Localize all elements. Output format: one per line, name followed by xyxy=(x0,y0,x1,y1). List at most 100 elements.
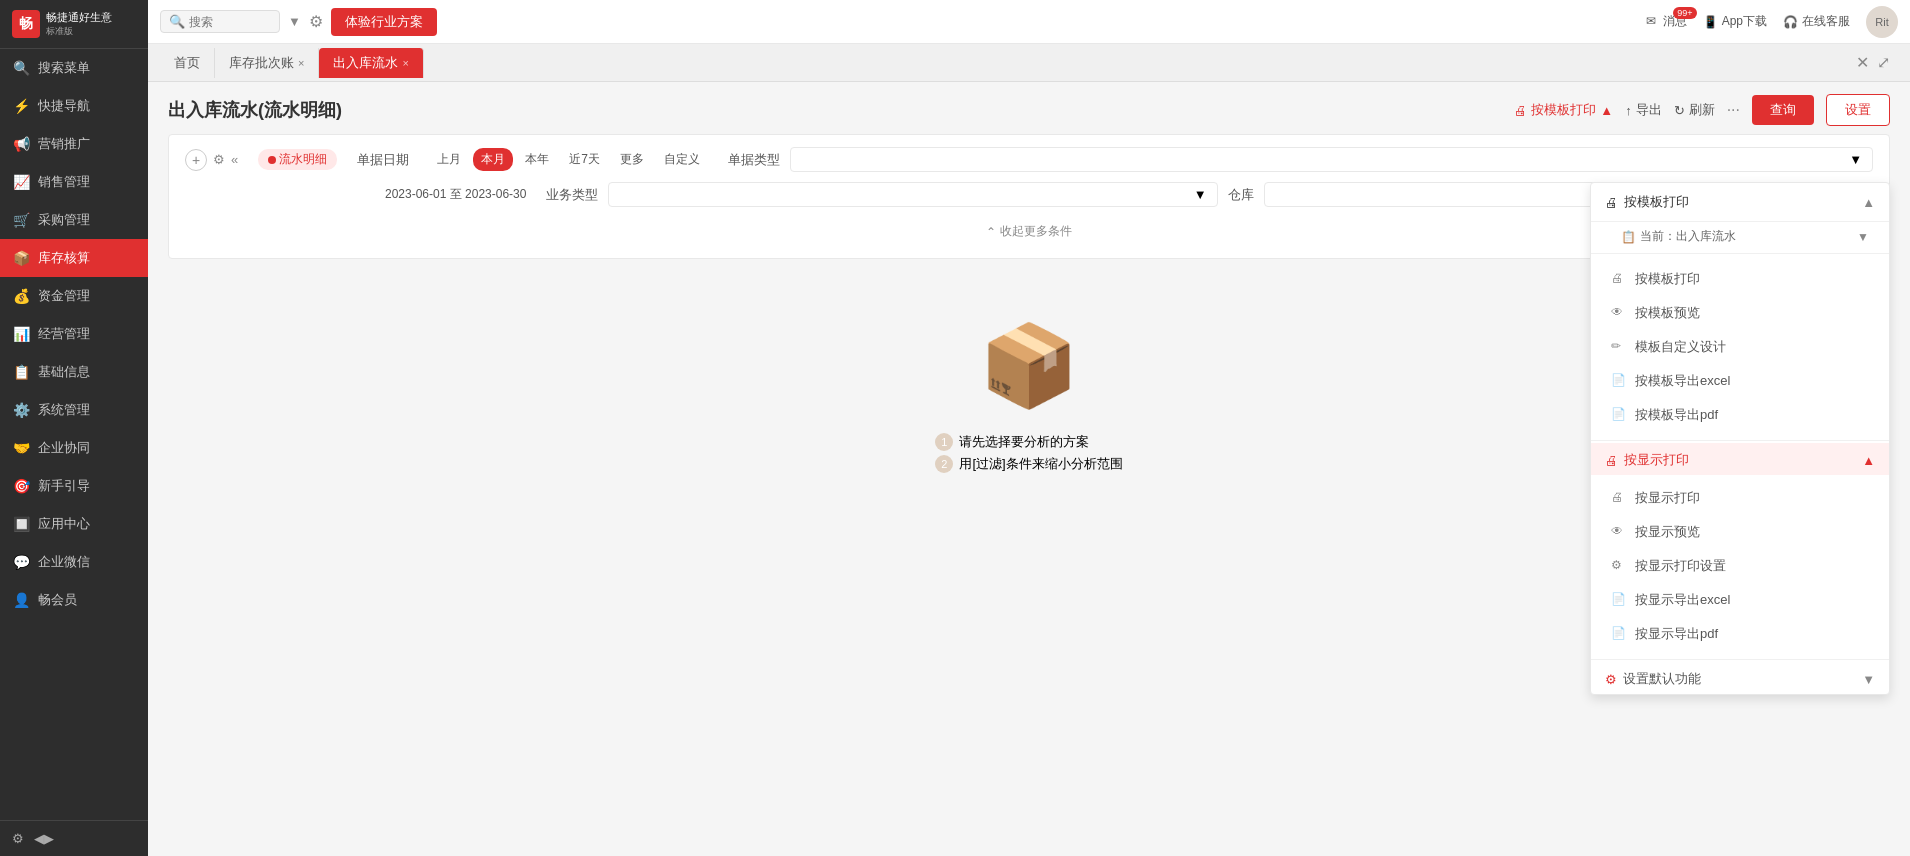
current-item: 📋 当前：出入库流水 ▼ xyxy=(1591,222,1889,251)
panel-top-actions: ▲ xyxy=(1862,195,1875,210)
query-btn[interactable]: 查询 xyxy=(1752,95,1814,125)
default-func-chevron: ▼ xyxy=(1862,672,1875,687)
date-7days[interactable]: 近7天 xyxy=(561,148,608,171)
display-preview-item[interactable]: 👁 按显示预览 xyxy=(1591,515,1889,549)
sidebar-item-finance[interactable]: 💰 资金管理 xyxy=(0,277,148,315)
logo-icon: 畅 xyxy=(12,10,40,38)
page-actions: 🖨 按模板打印 ▲ ↑ 导出 ↻ 刷新 ··· 查询 设置 xyxy=(1514,94,1890,126)
tab-home[interactable]: 首页 xyxy=(160,48,215,78)
window-close-btn[interactable]: ✕ xyxy=(1856,53,1869,72)
sidebar-item-operation[interactable]: 📊 经营管理 xyxy=(0,315,148,353)
display-print-item[interactable]: 🖨 按显示打印 xyxy=(1591,481,1889,515)
display-print-settings-item[interactable]: ⚙ 按显示打印设置 xyxy=(1591,549,1889,583)
app-download-btn[interactable]: 📱 App下载 xyxy=(1703,13,1767,30)
template-print-item[interactable]: 🖨 按模板打印 xyxy=(1591,262,1889,296)
filter-add-btn[interactable]: + xyxy=(185,149,207,171)
type-select[interactable]: ▼ xyxy=(790,147,1873,172)
filter-settings-icon[interactable]: ⚙ xyxy=(213,152,225,167)
sidebar-item-wechat[interactable]: 💬 企业微信 xyxy=(0,543,148,581)
template-preview-item[interactable]: 👁 按模板预览 xyxy=(1591,296,1889,330)
sidebar-item-guide[interactable]: 🎯 新手引导 xyxy=(0,467,148,505)
sidebar-item-purchase[interactable]: 🛒 采购管理 xyxy=(0,201,148,239)
window-expand-btn[interactable]: ⤢ xyxy=(1877,53,1890,72)
search-icon: 🔍 xyxy=(12,60,30,76)
sidebar-item-corp[interactable]: 🤝 企业协同 xyxy=(0,429,148,467)
date-this-month[interactable]: 本月 xyxy=(473,148,513,171)
divider-3 xyxy=(1591,659,1889,660)
topbar: 🔍 ▼ ⚙ 体验行业方案 ✉ 99+ 消息 📱 App下载 🎧 在线客服 Ri xyxy=(148,0,1910,44)
display-settings-icon: ⚙ xyxy=(1611,558,1627,574)
filter-scheme-tag[interactable]: 流水明细 xyxy=(258,149,337,170)
app-download-label: App下载 xyxy=(1722,13,1767,30)
marketing-icon: 📢 xyxy=(12,136,30,152)
display-print-icon: 🖨 xyxy=(1611,490,1627,506)
date-more[interactable]: 更多 xyxy=(612,148,652,171)
tab-batch-account-close[interactable]: × xyxy=(298,57,304,69)
purchase-icon: 🛒 xyxy=(12,212,30,228)
template-pdf-item[interactable]: 📄 按模板导出pdf xyxy=(1591,398,1889,432)
footer-settings-btn[interactable]: ⚙ xyxy=(12,831,24,846)
template-excel-label: 按模板导出excel xyxy=(1635,372,1730,390)
date-last-month[interactable]: 上月 xyxy=(429,148,469,171)
tab-batch-account[interactable]: 库存批次账 × xyxy=(215,48,319,78)
sidebar-item-sales[interactable]: 📈 销售管理 xyxy=(0,163,148,201)
sidebar-inventory-label: 库存核算 xyxy=(38,249,90,267)
refresh-btn[interactable]: ↻ 刷新 xyxy=(1674,101,1715,119)
phone-icon: 📱 xyxy=(1703,15,1718,29)
sidebar-item-quick-nav[interactable]: ⚡ 快捷导航 xyxy=(0,87,148,125)
sidebar-item-app-center[interactable]: 🔲 应用中心 xyxy=(0,505,148,543)
template-custom-icon: ✏ xyxy=(1611,339,1627,355)
app-edition: 标准版 xyxy=(46,25,112,38)
template-excel-item[interactable]: 📄 按模板导出excel xyxy=(1591,364,1889,398)
panel-title-label: 按模板打印 xyxy=(1624,193,1689,211)
guide-icon: 🎯 xyxy=(12,478,30,494)
online-service-btn[interactable]: 🎧 在线客服 xyxy=(1783,13,1850,30)
type-label: 单据类型 xyxy=(728,151,780,169)
filter-row-1: + ⚙ « 流水明细 单据日期 上月 本月 本年 近7天 更多 自定义 xyxy=(185,147,1873,172)
search-input[interactable] xyxy=(189,15,269,29)
date-custom[interactable]: 自定义 xyxy=(656,148,708,171)
sidebar-item-system[interactable]: ⚙️ 系统管理 xyxy=(0,391,148,429)
sidebar-item-marketing[interactable]: 📢 营销推广 xyxy=(0,125,148,163)
scheme-dot xyxy=(268,156,276,164)
footer-collapse-btn[interactable]: ◀▶ xyxy=(34,831,54,846)
default-func-header[interactable]: ⚙ 设置默认功能 ▼ xyxy=(1591,662,1889,694)
filter-collapse-icon[interactable]: « xyxy=(231,152,238,167)
page-header: 出入库流水(流水明细) 🖨 按模板打印 ▲ ↑ 导出 ↻ 刷新 ··· 查询 设… xyxy=(148,82,1910,134)
sidebar-item-inventory[interactable]: 📦 库存核算 xyxy=(0,239,148,277)
sidebar-item-basic-info[interactable]: 📋 基础信息 xyxy=(0,353,148,391)
empty-tip-1: 1 请先选择要分析的方案 xyxy=(935,433,1122,451)
display-print-label: 按显示打印 xyxy=(1635,489,1700,507)
template-custom-item[interactable]: ✏ 模板自定义设计 xyxy=(1591,330,1889,364)
print-template-btn[interactable]: 🖨 按模板打印 ▲ xyxy=(1514,101,1613,119)
export-btn[interactable]: ↑ 导出 xyxy=(1625,101,1662,119)
sidebar-item-member[interactable]: 👤 畅会员 xyxy=(0,581,148,619)
wechat-icon: 💬 xyxy=(12,554,30,570)
business-type-select[interactable]: ▼ xyxy=(608,182,1217,207)
topbar-left: 🔍 ▼ ⚙ 体验行业方案 xyxy=(160,8,1636,36)
display-pdf-item[interactable]: 📄 按显示导出pdf xyxy=(1591,617,1889,651)
panel-collapse-icon[interactable]: ▲ xyxy=(1862,195,1875,210)
topbar-search[interactable]: 🔍 xyxy=(160,10,280,33)
template-custom-label: 模板自定义设计 xyxy=(1635,338,1726,356)
empty-tip-2: 2 用[过滤]条件来缩小分析范围 xyxy=(935,455,1122,473)
app-logo: 畅 畅捷通好生意 标准版 xyxy=(0,0,148,49)
industry-btn[interactable]: 体验行业方案 xyxy=(331,8,437,36)
display-print-header-label: 按显示打印 xyxy=(1624,451,1689,469)
date-this-year[interactable]: 本年 xyxy=(517,148,557,171)
display-preview-icon: 👁 xyxy=(1611,524,1627,540)
set-btn[interactable]: 设置 xyxy=(1826,94,1890,126)
display-excel-item[interactable]: 📄 按显示导出excel xyxy=(1591,583,1889,617)
more-actions-btn[interactable]: ··· xyxy=(1727,101,1740,119)
settings-icon[interactable]: ⚙ xyxy=(309,12,323,31)
tab-flow-close[interactable]: × xyxy=(402,57,408,69)
sidebar-corp-label: 企业协同 xyxy=(38,439,90,457)
sidebar-item-search[interactable]: 🔍 搜索菜单 xyxy=(0,49,148,87)
user-avatar[interactable]: Rit xyxy=(1866,6,1898,38)
dropdown-icon[interactable]: ▼ xyxy=(288,14,301,29)
tab-flow[interactable]: 出入库流水 × xyxy=(319,48,423,78)
display-print-header[interactable]: 🖨 按显示打印 ▲ xyxy=(1591,443,1889,475)
collapse-label: 收起更多条件 xyxy=(1000,223,1072,240)
sales-icon: 📈 xyxy=(12,174,30,190)
message-btn[interactable]: ✉ 99+ 消息 xyxy=(1646,13,1687,30)
